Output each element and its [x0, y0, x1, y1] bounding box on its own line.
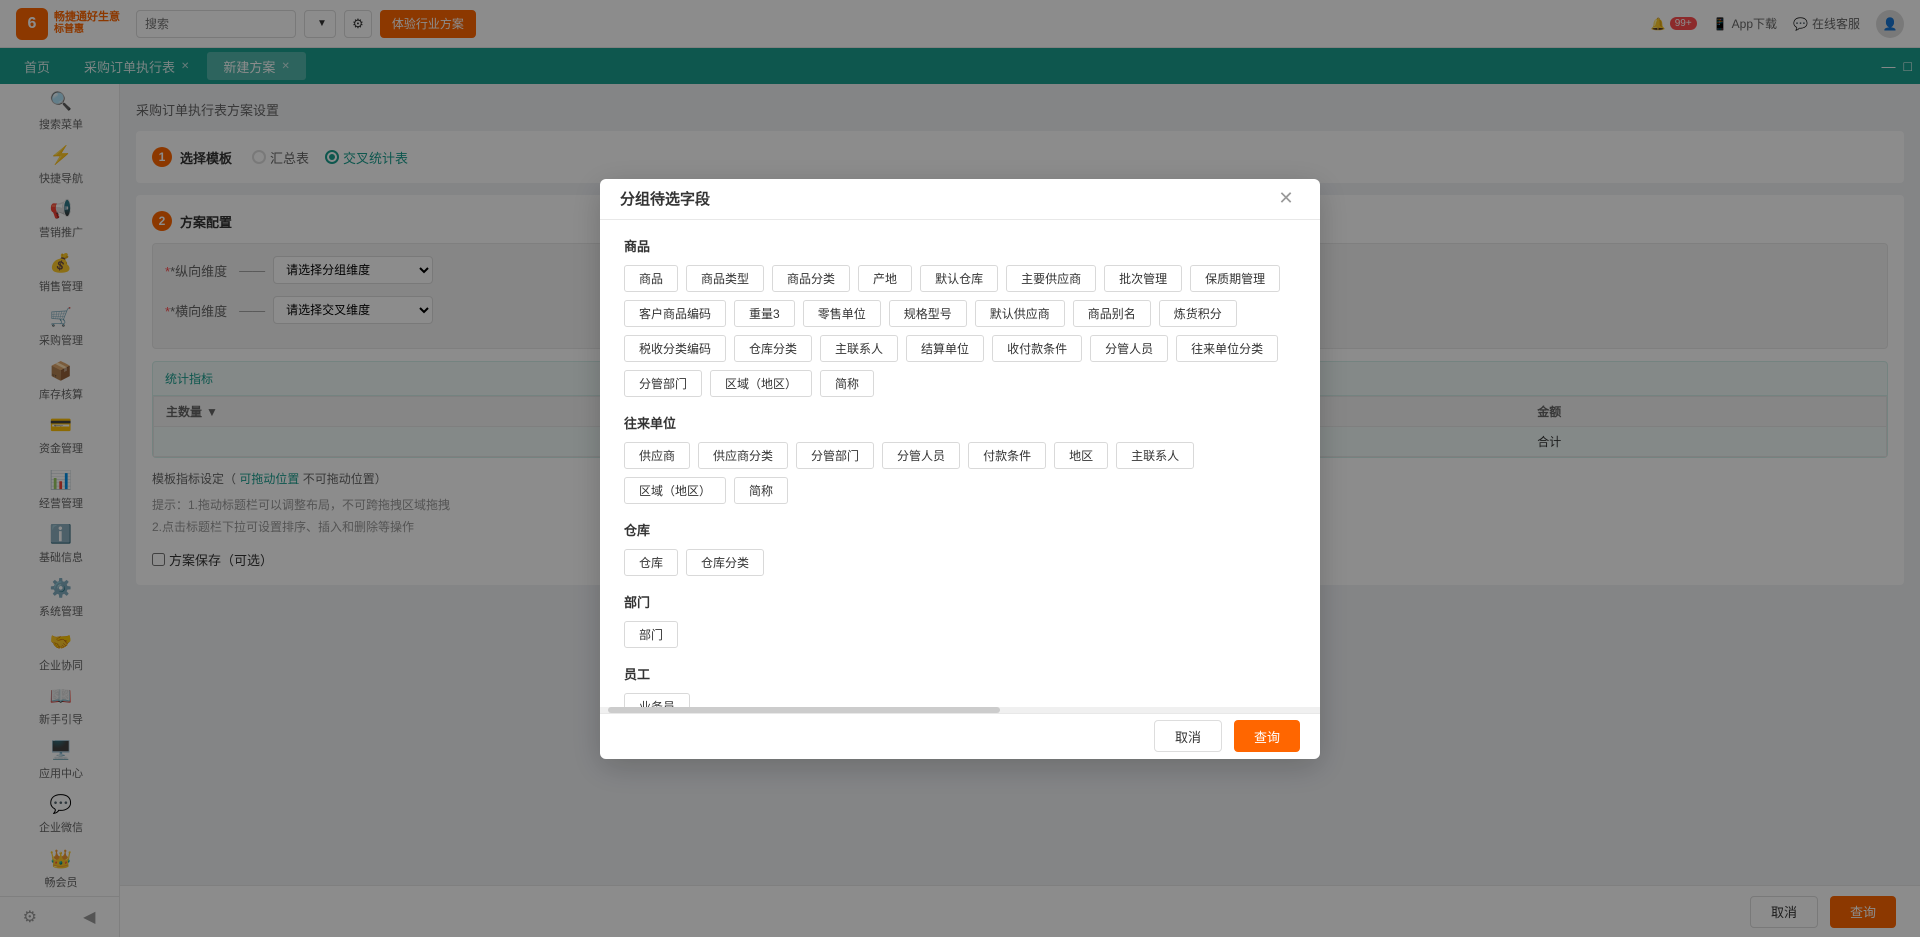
modal: 分组待选字段 ✕ 商品 商品 商品类型 商品分类 产地 默认仓库 主要供应商 批…: [600, 179, 1320, 759]
field-tag-dept-sup[interactable]: 分管部门: [624, 370, 702, 397]
employee-section-title: 员工: [624, 664, 1296, 683]
goods-section-title: 商品: [624, 236, 1296, 255]
modal-header: 分组待选字段 ✕: [600, 179, 1320, 221]
field-tag-default-warehouse[interactable]: 默认仓库: [920, 265, 998, 292]
field-section-goods: 商品 商品 商品类型 商品分类 产地 默认仓库 主要供应商 批次管理 保质期管理…: [624, 236, 1296, 397]
field-tag-payment-terms[interactable]: 收付款条件: [992, 335, 1082, 362]
field-tag-supplier[interactable]: 供应商: [624, 442, 690, 469]
field-tag-payment-condition[interactable]: 付款条件: [968, 442, 1046, 469]
field-section-employee: 员工 业务员: [624, 664, 1296, 707]
field-tag-counterpart-category[interactable]: 往来单位分类: [1176, 335, 1278, 362]
field-tag-goods-type[interactable]: 商品类型: [686, 265, 764, 292]
modal-footer: 取消 查询: [600, 713, 1320, 758]
modal-title: 分组待选字段: [620, 188, 710, 209]
modal-close-btn[interactable]: ✕: [1272, 185, 1300, 213]
field-tag-goods-category[interactable]: 商品分类: [772, 265, 850, 292]
field-tag-origin[interactable]: 产地: [858, 265, 912, 292]
field-tag-warehouse-category[interactable]: 仓库分类: [734, 335, 812, 362]
field-tag-cust-goods-code[interactable]: 客户商品编码: [624, 300, 726, 327]
field-tag-settlement-unit[interactable]: 结算单位: [906, 335, 984, 362]
warehouse-section-title: 仓库: [624, 520, 1296, 539]
field-tag-warehouse-cat[interactable]: 仓库分类: [686, 549, 764, 576]
field-section-dept: 部门 部门: [624, 592, 1296, 648]
goods-field-tags: 商品 商品类型 商品分类 产地 默认仓库 主要供应商 批次管理 保质期管理 客户…: [624, 265, 1296, 397]
counterpart-section-title: 往来单位: [624, 413, 1296, 432]
dept-section-title: 部门: [624, 592, 1296, 611]
field-tag-weight3[interactable]: 重量3: [734, 300, 795, 327]
field-tag-main-supplier[interactable]: 主要供应商: [1006, 265, 1096, 292]
field-tag-region2[interactable]: 区域（地区）: [624, 477, 726, 504]
field-tag-main-contact2[interactable]: 主联系人: [1116, 442, 1194, 469]
field-tag-manage-person[interactable]: 分管人员: [882, 442, 960, 469]
field-tag-region[interactable]: 区域（地区）: [710, 370, 812, 397]
field-tag-manage-dept[interactable]: 分管部门: [796, 442, 874, 469]
field-tag-dept[interactable]: 部门: [624, 621, 678, 648]
field-tag-abbr2[interactable]: 简称: [734, 477, 788, 504]
field-tag-default-supplier[interactable]: 默认供应商: [975, 300, 1065, 327]
modal-body: 商品 商品 商品类型 商品分类 产地 默认仓库 主要供应商 批次管理 保质期管理…: [600, 220, 1320, 707]
field-tag-supplier-category[interactable]: 供应商分类: [698, 442, 788, 469]
horizontal-scroll-thumb: [608, 707, 1000, 713]
field-tag-goods-alias[interactable]: 商品别名: [1073, 300, 1151, 327]
field-section-counterpart: 往来单位 供应商 供应商分类 分管部门 分管人员 付款条件 地区 主联系人 区域…: [624, 413, 1296, 504]
field-tag-spec-model[interactable]: 规格型号: [889, 300, 967, 327]
field-tag-expiry-mgmt[interactable]: 保质期管理: [1190, 265, 1280, 292]
field-tag-tax-code[interactable]: 税收分类编码: [624, 335, 726, 362]
counterpart-field-tags: 供应商 供应商分类 分管部门 分管人员 付款条件 地区 主联系人 区域（地区） …: [624, 442, 1296, 504]
field-tag-abbr[interactable]: 简称: [820, 370, 874, 397]
field-tag-warehouse[interactable]: 仓库: [624, 549, 678, 576]
field-tag-supervisor[interactable]: 分管人员: [1090, 335, 1168, 362]
modal-overlay: 分组待选字段 ✕ 商品 商品 商品类型 商品分类 产地 默认仓库 主要供应商 批…: [0, 0, 1920, 937]
employee-field-tags: 业务员: [624, 693, 1296, 707]
field-tag-area[interactable]: 地区: [1054, 442, 1108, 469]
warehouse-field-tags: 仓库 仓库分类: [624, 549, 1296, 576]
field-tag-salesperson[interactable]: 业务员: [624, 693, 690, 707]
field-tag-refine-points[interactable]: 炼货积分: [1159, 300, 1237, 327]
field-tag-retail-unit[interactable]: 零售单位: [803, 300, 881, 327]
field-tag-batch-mgmt[interactable]: 批次管理: [1104, 265, 1182, 292]
field-section-warehouse: 仓库 仓库 仓库分类: [624, 520, 1296, 576]
modal-confirm-btn[interactable]: 查询: [1234, 720, 1300, 752]
field-tag-main-contact[interactable]: 主联系人: [820, 335, 898, 362]
dept-field-tags: 部门: [624, 621, 1296, 648]
modal-cancel-btn[interactable]: 取消: [1154, 720, 1222, 752]
field-tag-goods[interactable]: 商品: [624, 265, 678, 292]
